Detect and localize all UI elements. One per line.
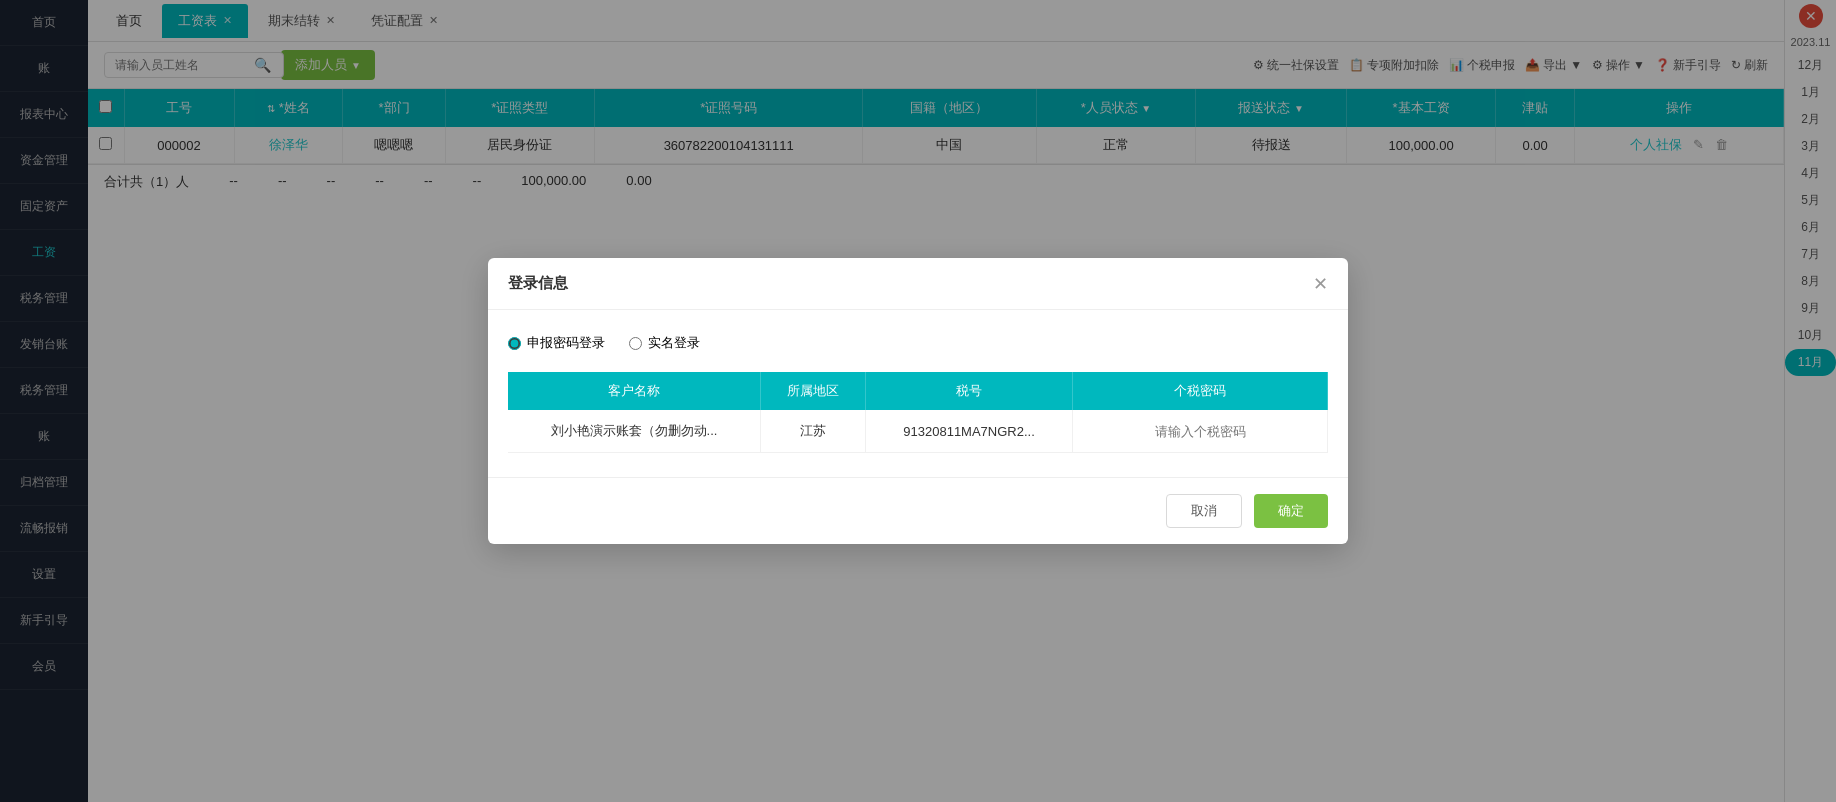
modal-title: 登录信息 <box>508 274 568 293</box>
modal-close-btn[interactable]: ✕ <box>1313 275 1328 293</box>
radio-password[interactable] <box>508 337 521 350</box>
radio-label-realname[interactable]: 实名登录 <box>629 334 700 352</box>
radio-realname[interactable] <box>629 337 642 350</box>
modal-footer: 取消 确定 <box>488 477 1348 544</box>
modal-client-region: 江苏 <box>761 410 866 453</box>
login-type-radio-group: 申报密码登录 实名登录 <box>508 334 1328 352</box>
modal-client-table: 客户名称 所属地区 税号 个税密码 刘小艳演示账套（勿删勿动... 江苏 913… <box>508 372 1328 453</box>
confirm-button[interactable]: 确定 <box>1254 494 1328 528</box>
modal-password-input-cell <box>1073 410 1328 453</box>
cancel-button[interactable]: 取消 <box>1166 494 1242 528</box>
modal-col-password: 个税密码 <box>1073 372 1328 410</box>
modal-overlay: 登录信息 ✕ 申报密码登录 实名登录 客户名称 所属地区 <box>0 0 1836 802</box>
modal-col-name: 客户名称 <box>508 372 761 410</box>
login-info-modal: 登录信息 ✕ 申报密码登录 实名登录 客户名称 所属地区 <box>488 258 1348 544</box>
modal-header: 登录信息 ✕ <box>488 258 1348 310</box>
modal-col-region: 所属地区 <box>761 372 866 410</box>
modal-col-tax-no: 税号 <box>865 372 1073 410</box>
modal-client-tax-no: 91320811MA7NGR2... <box>865 410 1073 453</box>
modal-client-name: 刘小艳演示账套（勿删勿动... <box>508 410 761 453</box>
modal-body: 申报密码登录 实名登录 客户名称 所属地区 税号 个税密码 <box>488 310 1348 477</box>
radio-label-password[interactable]: 申报密码登录 <box>508 334 605 352</box>
tax-password-input[interactable] <box>1087 424 1313 439</box>
modal-table-row: 刘小艳演示账套（勿删勿动... 江苏 91320811MA7NGR2... <box>508 410 1328 453</box>
